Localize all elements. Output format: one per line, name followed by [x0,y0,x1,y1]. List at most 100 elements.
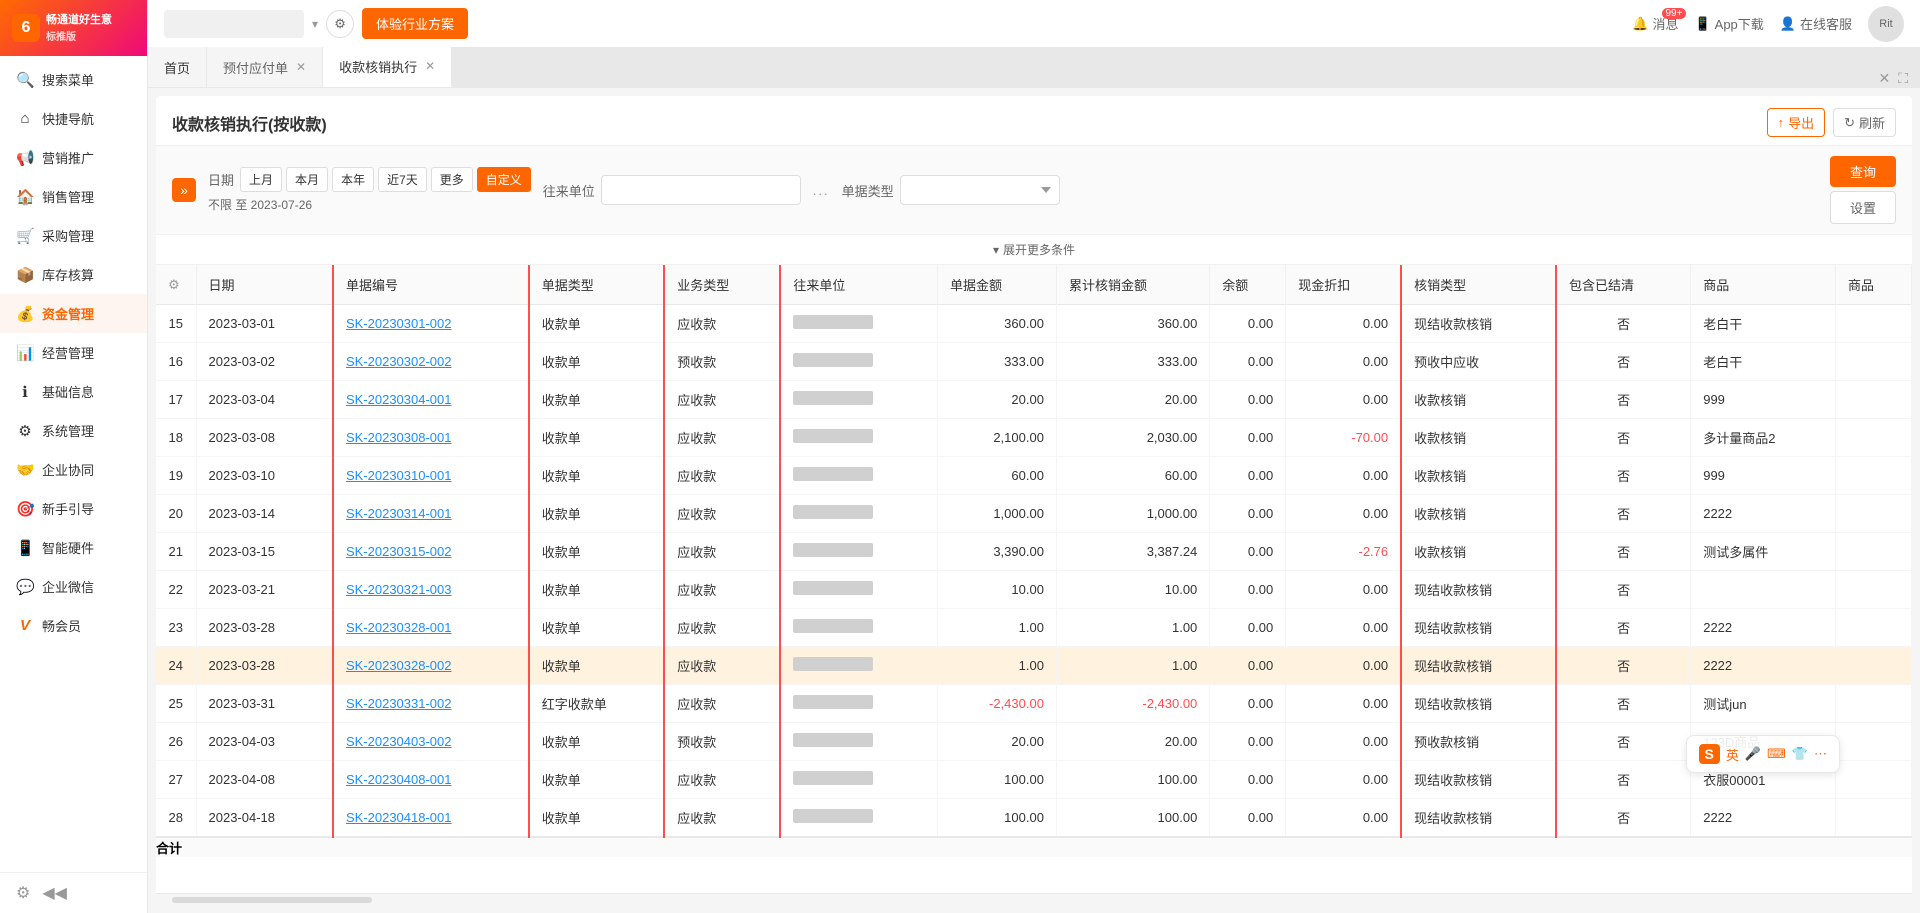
filter-expand-button[interactable]: » [172,178,196,202]
tab-collection-close-icon[interactable]: ✕ [425,59,435,73]
row-product: 2222 [1691,609,1836,647]
row-doc-no[interactable]: SK-20230302-002 [333,343,529,381]
table-row: 232023-03-28SK-20230328-001收款单应收款1.001.0… [156,609,1912,647]
settings-footer-icon[interactable]: ⚙ [16,883,30,903]
tab-collection[interactable]: 收款核销执行 ✕ [323,47,452,87]
row-doc-type: 收款单 [529,343,664,381]
table-row: 162023-03-02SK-20230302-002收款单预收款333.003… [156,343,1912,381]
row-doc-type: 收款单 [529,647,664,685]
row-discount: -70.00 [1286,419,1401,457]
col-cancel-type: 核销类型 [1401,265,1556,305]
row-doc-no[interactable]: SK-20230403-002 [333,723,529,761]
row-doc-no[interactable]: SK-20230328-002 [333,647,529,685]
tab-close-action-icon[interactable]: ✕ [1878,70,1890,87]
scrollbar-thumb[interactable] [172,897,372,903]
sidebar-item-operations[interactable]: 📊 经营管理 [0,333,147,372]
sidebar-item-member[interactable]: V 畅会员 [0,606,147,645]
partner-filter-input[interactable] [601,175,801,205]
settings-icon[interactable]: ⚙ [326,10,354,38]
row-number: 20 [156,495,196,533]
filter-this-year-btn[interactable]: 本年 [332,167,374,192]
row-doc-no[interactable]: SK-20230310-001 [333,457,529,495]
col-include-settled: 包含已结清 [1556,265,1691,305]
sidebar-item-sales[interactable]: 🏠 销售管理 [0,177,147,216]
row-partner [780,723,937,761]
row-doc-no[interactable]: SK-20230328-001 [333,609,529,647]
row-number: 15 [156,305,196,343]
sidebar-item-enterprise[interactable]: 🤝 企业协同 [0,450,147,489]
row-doc-type: 收款单 [529,381,664,419]
sidebar-item-system[interactable]: ⚙ 系统管理 [0,411,147,450]
horizontal-scrollbar[interactable] [156,893,1912,905]
sidebar-item-label: 营销推广 [42,148,94,167]
filter-last-month-btn[interactable]: 上月 [240,167,282,192]
sidebar-item-inventory[interactable]: 📦 库存核算 [0,255,147,294]
table-settings-icon[interactable]: ⚙ [168,277,180,292]
sidebar-footer: ⚙ ◀◀ [0,872,147,913]
row-cumulative: -2,430.00 [1056,685,1209,723]
query-button[interactable]: 查询 [1830,156,1896,187]
row-partner [780,305,937,343]
row-doc-no[interactable]: SK-20230301-002 [333,305,529,343]
sidebar-item-marketing[interactable]: 📢 营销推广 [0,138,147,177]
row-partner [780,381,937,419]
app-download-link[interactable]: 📱 App下载 [1694,14,1763,33]
filter-doctype-section: 单据类型 [842,175,1060,205]
row-doc-no[interactable]: SK-20230331-002 [333,685,529,723]
sidebar-item-guide[interactable]: 🎯 新手引导 [0,489,147,528]
row-doc-no[interactable]: SK-20230314-001 [333,495,529,533]
tab-expand-icon[interactable]: ⛶ [1898,70,1908,87]
data-table-container: ⚙ 日期 单据编号 单据类型 业务类型 往来单位 单据金额 累计核销金额 余额 … [156,265,1912,893]
row-product2 [1835,761,1911,799]
collapse-icon[interactable]: ◀◀ [42,883,67,903]
filter-custom-btn[interactable]: 自定义 [477,167,531,192]
row-doc-no[interactable]: SK-20230418-001 [333,799,529,838]
tab-prepay-close-icon[interactable]: ✕ [296,60,306,74]
table-row: 152023-03-01SK-20230301-002收款单应收款360.003… [156,305,1912,343]
row-product: 2222 [1691,799,1836,838]
sidebar-item-search[interactable]: 🔍 搜索菜单 [0,60,147,99]
tab-prepay[interactable]: 预付应付单 ✕ [207,47,323,87]
topbar-left: ▾ ⚙ 体验行业方案 [164,8,1620,39]
keyboard-icon: ⌨ [1767,746,1786,762]
sidebar-item-wechat[interactable]: 💬 企业微信 [0,567,147,606]
row-doc-no[interactable]: SK-20230408-001 [333,761,529,799]
sidebar-item-hardware[interactable]: 📱 智能硬件 [0,528,147,567]
col-settings[interactable]: ⚙ [156,265,196,305]
sidebar-item-purchase[interactable]: 🛒 采购管理 [0,216,147,255]
row-doc-no[interactable]: SK-20230308-001 [333,419,529,457]
row-product2 [1835,419,1911,457]
col-doc-no: 单据编号 [333,265,529,305]
industry-solution-button[interactable]: 体验行业方案 [362,8,468,39]
col-doc-type: 单据类型 [529,265,664,305]
filter-this-month-btn[interactable]: 本月 [286,167,328,192]
export-button[interactable]: ↑ 导出 [1767,108,1826,137]
row-biz-type: 应收款 [664,457,780,495]
doctype-filter-select[interactable] [900,175,1060,205]
row-amount: 2,100.00 [937,419,1056,457]
sidebar-item-capital[interactable]: 💰 资金管理 [0,294,147,333]
refresh-button[interactable]: ↻ 刷新 [1833,108,1896,137]
tab-home[interactable]: 首页 [148,47,207,87]
row-discount: -2.76 [1286,533,1401,571]
row-cumulative: 100.00 [1056,761,1209,799]
notification-bell[interactable]: 🔔 消息 99+ [1632,14,1678,33]
sidebar-item-label: 快捷导航 [42,109,94,128]
row-doc-no[interactable]: SK-20230304-001 [333,381,529,419]
row-doc-type: 收款单 [529,571,664,609]
filter-more-btn[interactable]: 更多 [431,167,473,192]
row-partner [780,647,937,685]
row-balance: 0.00 [1210,533,1286,571]
row-doc-no[interactable]: SK-20230315-002 [333,533,529,571]
row-cancel-type: 现结收款核销 [1401,609,1556,647]
row-biz-type: 应收款 [664,647,780,685]
user-avatar[interactable]: Rit [1868,6,1904,42]
row-amount: 60.00 [937,457,1056,495]
filter-settings-button[interactable]: 设置 [1830,191,1896,224]
sidebar-item-quicknav[interactable]: ⌂ 快捷导航 [0,99,147,138]
sidebar-item-basic[interactable]: ℹ 基础信息 [0,372,147,411]
row-doc-no[interactable]: SK-20230321-003 [333,571,529,609]
filter-7days-btn[interactable]: 近7天 [378,167,427,192]
expand-more-button[interactable]: ▾ 展开更多条件 [993,241,1075,258]
online-service-link[interactable]: 👤 在线客服 [1780,14,1852,33]
